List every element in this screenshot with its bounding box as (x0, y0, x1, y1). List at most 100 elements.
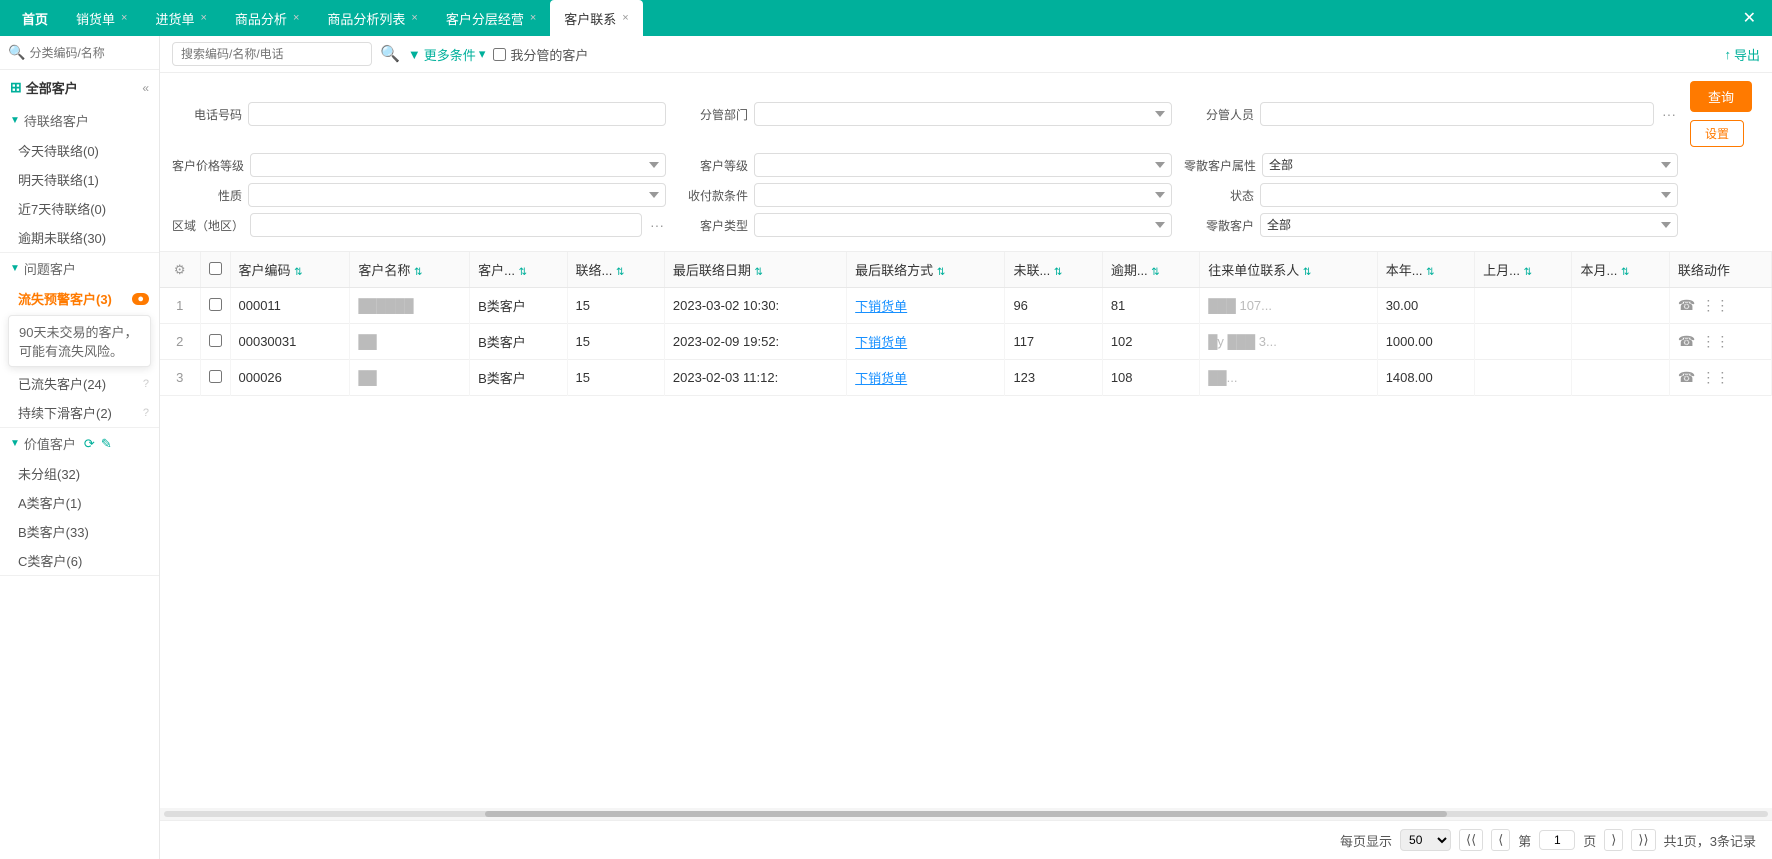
phone-input[interactable] (248, 102, 666, 126)
sidebar-root-header[interactable]: ⊞ 全部客户 « (0, 70, 159, 105)
sidebar-group-problem-title[interactable]: ▼ 问题客户 (0, 253, 159, 284)
contact-icon[interactable]: ☎ (1678, 297, 1695, 314)
sidebar-item-a-class[interactable]: A类客户(1) (0, 488, 159, 517)
settings-button[interactable]: 设置 (1690, 120, 1744, 147)
price-grade-select[interactable] (250, 153, 666, 177)
col-contact-person[interactable]: 往来单位联系人 ⇅ (1200, 252, 1377, 288)
tab-goods-list[interactable]: 商品分析列表 × (313, 0, 431, 36)
sidebar-group-value-title[interactable]: ▼ 价值客户 ⟳ ✎ (0, 428, 159, 459)
sidebar-item-tomorrow[interactable]: 明天待联络(1) (0, 165, 159, 194)
sidebar-item-churned[interactable]: 已流失客户(24) ? (0, 369, 159, 398)
col-code[interactable]: 客户编码 ⇅ (230, 252, 350, 288)
col-name[interactable]: 客户名称 ⇅ (350, 252, 470, 288)
collapse-icon[interactable]: « (142, 81, 149, 95)
col-last-month[interactable]: 上月... ⇅ (1475, 252, 1572, 288)
sidebar-item-7days[interactable]: 近7天待联络(0) (0, 194, 159, 223)
col-cust-type[interactable]: 客户... ⇅ (470, 252, 567, 288)
refresh-icon[interactable]: ⟳ (84, 436, 95, 452)
person-input[interactable] (1260, 102, 1654, 126)
more-dots-icon[interactable]: ··· (1660, 106, 1678, 122)
status-field: 状态 (1184, 183, 1678, 207)
col-last-date[interactable]: 最后联络日期 ⇅ (664, 252, 846, 288)
region-input[interactable] (250, 213, 642, 237)
per-page-select[interactable]: 50 100 (1400, 829, 1451, 851)
main-search-input[interactable] (172, 42, 372, 66)
more-conditions-button[interactable]: ▼ 更多条件 ▾ (408, 45, 485, 64)
sidebar-group-pending-title[interactable]: ▼ 待联络客户 (0, 105, 159, 136)
cust-type-label: 客户类型 (678, 217, 748, 234)
sidebar-item-b-class[interactable]: B类客户(33) (0, 517, 159, 546)
col-year-amount[interactable]: 本年... ⇅ (1377, 252, 1474, 288)
tab-bar: 首页 销货单 × 进货单 × 商品分析 × 商品分析列表 × 客户分层经营 × … (0, 0, 1772, 36)
dept-select[interactable] (754, 102, 1172, 126)
tab-home[interactable]: 首页 (8, 0, 62, 36)
tab-purchase[interactable]: 进货单 × (141, 0, 220, 36)
tab-goods-analysis[interactable]: 商品分析 × (221, 0, 313, 36)
retail-attr-select[interactable]: 全部 (1262, 153, 1678, 177)
row-overdue: 102 (1102, 324, 1199, 360)
col-unlink-days[interactable]: 未联... ⇅ (1005, 252, 1102, 288)
edit-icon[interactable]: ✎ (101, 436, 112, 452)
col-contact[interactable]: 联络... ⇅ (567, 252, 664, 288)
retail-select[interactable]: 全部 (1260, 213, 1678, 237)
row-last-method[interactable]: 下销货单 (847, 288, 1005, 324)
more-actions-icon[interactable]: ⋮⋮ (1701, 369, 1729, 386)
row-unlink-days: 117 (1005, 324, 1102, 360)
my-customers-checkbox-label[interactable]: 我分管的客户 (493, 45, 588, 64)
select-all-checkbox[interactable] (209, 262, 222, 275)
table-settings-icon[interactable]: ⚙ (160, 252, 200, 288)
export-button[interactable]: ↑ 导出 (1724, 45, 1760, 64)
sidebar-group-value: ▼ 价值客户 ⟳ ✎ 未分组(32) A类客户(1) B类客户(33) C类客户… (0, 428, 159, 576)
sidebar-item-today[interactable]: 今天待联络(0) (0, 136, 159, 165)
close-icon[interactable]: × (293, 12, 299, 24)
tab-sales[interactable]: 销货单 × (62, 0, 141, 36)
last-page-button[interactable]: ⟩⟩ (1631, 829, 1655, 851)
main-search-button[interactable]: 🔍 (380, 44, 400, 64)
row-last-method[interactable]: 下销货单 (847, 360, 1005, 396)
region-more-icon[interactable]: ··· (648, 217, 666, 233)
scrollbar-thumb[interactable] (485, 811, 1447, 817)
col-this-month[interactable]: 本月... ⇅ (1572, 252, 1669, 288)
horizontal-scrollbar[interactable] (160, 808, 1772, 820)
close-icon[interactable]: × (200, 12, 206, 24)
sidebar-item-declining[interactable]: 持续下滑客户(2) ? (0, 398, 159, 427)
contact-icon[interactable]: ☎ (1678, 333, 1695, 350)
col-overdue[interactable]: 逾期... ⇅ (1102, 252, 1199, 288)
prev-page-button[interactable]: ⟨ (1491, 829, 1510, 851)
row-unlink-days: 96 (1005, 288, 1102, 324)
sidebar-item-churn-warning[interactable]: 流失预警客户(3) ● (0, 284, 159, 313)
row-checkbox[interactable] (209, 370, 222, 383)
next-page-button[interactable]: ⟩ (1604, 829, 1623, 851)
query-button[interactable]: 查询 (1690, 81, 1752, 112)
main-layout: 🔍 ⊞ 全部客户 « ▼ 待联络客户 今天待联络(0) 明天待联络(1) 近7天… (0, 36, 1772, 859)
sidebar-item-overdue[interactable]: 逾期未联络(30) (0, 223, 159, 252)
close-icon[interactable]: × (121, 12, 127, 24)
first-page-button[interactable]: ⟨⟨ (1459, 829, 1483, 851)
more-actions-icon[interactable]: ⋮⋮ (1701, 333, 1729, 350)
close-icon[interactable]: × (530, 12, 536, 24)
row-checkbox[interactable] (209, 298, 222, 311)
row-last-month (1475, 360, 1572, 396)
col-last-method[interactable]: 最后联络方式 ⇅ (847, 252, 1005, 288)
close-icon[interactable]: × (622, 12, 628, 24)
page-number-input[interactable] (1539, 830, 1575, 850)
sidebar-search-input[interactable] (29, 46, 160, 60)
retail-attr-field: 零散客户属性 全部 (1184, 153, 1678, 177)
payment-select[interactable] (754, 183, 1172, 207)
row-checkbox[interactable] (209, 334, 222, 347)
status-select[interactable] (1260, 183, 1678, 207)
close-icon[interactable]: × (411, 12, 417, 24)
sidebar-item-c-class[interactable]: C类客户(6) (0, 546, 159, 575)
contact-icon[interactable]: ☎ (1678, 369, 1695, 386)
sidebar-item-ungrouped[interactable]: 未分组(32) (0, 459, 159, 488)
row-last-method[interactable]: 下销货单 (847, 324, 1005, 360)
more-actions-icon[interactable]: ⋮⋮ (1701, 297, 1729, 314)
retail-label: 零散客户 (1184, 217, 1254, 234)
tab-customer-contact[interactable]: 客户联系 × (550, 0, 642, 36)
tab-customer-layer[interactable]: 客户分层经营 × (432, 0, 550, 36)
close-window-button[interactable]: ✕ (1735, 8, 1764, 28)
cust-type-select[interactable] (754, 213, 1172, 237)
my-customers-checkbox[interactable] (493, 48, 506, 61)
gender-select[interactable] (248, 183, 666, 207)
cust-grade-select[interactable] (754, 153, 1172, 177)
